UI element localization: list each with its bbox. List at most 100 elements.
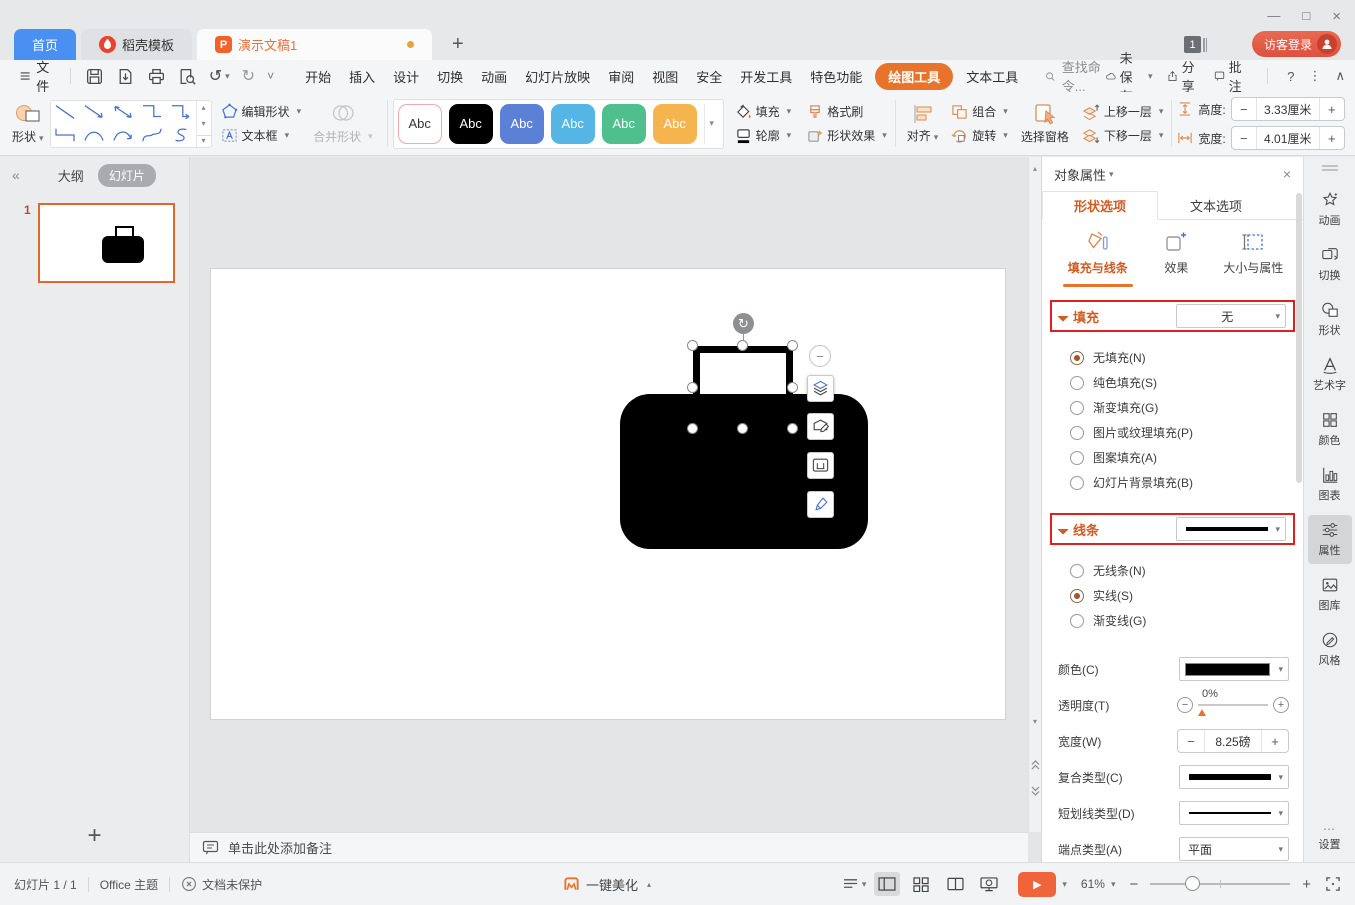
command-search-box[interactable]: 查找命令...: [1045, 57, 1105, 95]
beautify-button[interactable]: 一键美化 ▴: [563, 875, 651, 894]
collapse-panel-button[interactable]: «: [12, 167, 20, 183]
menu-start[interactable]: 开始: [296, 63, 340, 90]
fill-type-dropdown[interactable]: 无 ▾: [1176, 304, 1286, 328]
menu-view[interactable]: 视图: [643, 63, 687, 90]
file-menu-button[interactable]: 文件: [10, 57, 64, 95]
menu-drawing-tools[interactable]: 绘图工具: [875, 62, 954, 90]
save-button[interactable]: [85, 67, 104, 86]
selection-handle-top-left[interactable]: [687, 340, 698, 351]
zoom-level-button[interactable]: 61% ▾: [1081, 877, 1116, 891]
theme-name[interactable]: Office 主题: [100, 876, 158, 893]
rail-colors[interactable]: 颜色: [1308, 405, 1352, 454]
style-swatch-4[interactable]: Abc: [550, 103, 595, 144]
text-options-tab[interactable]: 文本选项: [1158, 191, 1274, 219]
slides-tab[interactable]: 幻灯片: [97, 163, 156, 187]
selection-pane-button[interactable]: 选择窗格: [1015, 103, 1075, 145]
rail-style[interactable]: 风格: [1308, 625, 1352, 674]
width-value[interactable]: 4.01厘米: [1255, 127, 1320, 149]
rail-gallery[interactable]: 图库: [1308, 570, 1352, 619]
radio-solid-fill[interactable]: 纯色填充(S): [1070, 370, 1303, 395]
print-preview-button[interactable]: [178, 67, 197, 86]
cap-type-dropdown[interactable]: 平面 ▾: [1179, 837, 1289, 861]
zoom-slider[interactable]: [1150, 876, 1291, 891]
radio-solid-line[interactable]: 实线(S): [1070, 583, 1303, 608]
shape-line[interactable]: [51, 101, 80, 124]
height-increase-button[interactable]: +: [1320, 102, 1344, 117]
shape-curve-arrow[interactable]: [109, 124, 138, 147]
customize-toolbar-button[interactable]: ˅: [267, 69, 274, 83]
line-width-decrease-button[interactable]: −: [1178, 734, 1204, 749]
rotate-button[interactable]: 旋转 ▾: [948, 126, 1011, 145]
tab-document[interactable]: P 演示文稿1: [197, 29, 433, 60]
protection-status[interactable]: 文档未保护: [202, 876, 262, 893]
layer-order-button[interactable]: [807, 375, 834, 402]
change-shape-button[interactable]: [807, 413, 834, 440]
zoom-in-button[interactable]: +: [1302, 876, 1311, 893]
slideshow-view-button[interactable]: [976, 872, 1002, 896]
add-slide-button[interactable]: +: [87, 822, 101, 850]
shape-options-tab[interactable]: 形状选项: [1042, 191, 1158, 220]
compound-type-dropdown[interactable]: ▾: [1179, 765, 1289, 789]
menu-animation[interactable]: 动画: [472, 63, 516, 90]
selection-handle-top-right[interactable]: [787, 340, 798, 351]
align-button[interactable]: 对齐 ▾: [901, 104, 945, 144]
send-backward-button[interactable]: 下移一层 ▾: [1079, 126, 1167, 145]
radio-pattern-fill[interactable]: 图案填充(A): [1070, 445, 1303, 470]
radio-no-fill[interactable]: 无填充(N): [1070, 345, 1303, 370]
selection-handle-mid-right[interactable]: [787, 382, 798, 393]
print-button[interactable]: [147, 67, 166, 86]
style-swatch-3[interactable]: Abc: [499, 103, 544, 144]
style-swatch-5[interactable]: Abc: [601, 103, 646, 144]
collapse-float-toolbar-button[interactable]: −: [809, 345, 831, 367]
rail-animation[interactable]: 动画: [1308, 185, 1352, 234]
notes-toggle-button[interactable]: ▾: [842, 877, 866, 891]
previous-slide-button[interactable]: [1029, 756, 1041, 774]
shape-double-arrow[interactable]: [109, 101, 138, 124]
edit-shape-button[interactable]: 编辑形状 ▾: [218, 102, 305, 121]
menu-special-features[interactable]: 特色功能: [801, 63, 871, 90]
share-button[interactable]: 分享: [1167, 57, 1200, 95]
zoom-slider-thumb[interactable]: [1185, 876, 1201, 891]
next-slide-button[interactable]: [1029, 782, 1041, 800]
menu-design[interactable]: 设计: [384, 63, 428, 90]
line-width-value[interactable]: 8.25磅: [1204, 730, 1262, 752]
play-slideshow-button[interactable]: ▶: [1018, 871, 1057, 897]
shape-curve-connector[interactable]: [138, 124, 167, 147]
tab-templates[interactable]: 稻壳模板: [81, 29, 193, 60]
rail-settings[interactable]: ⋯ 设置: [1319, 822, 1341, 852]
line-width-increase-button[interactable]: +: [1262, 734, 1288, 749]
menu-transition[interactable]: 切换: [428, 63, 472, 90]
height-decrease-button[interactable]: −: [1232, 102, 1256, 117]
reading-view-button[interactable]: [942, 872, 968, 896]
slide-canvas[interactable]: ↻ − ▴ ▾ 单击此处添加备注: [190, 157, 1041, 862]
rotate-handle[interactable]: ↻: [733, 313, 754, 334]
tab-home[interactable]: 首页: [14, 29, 76, 60]
menu-insert[interactable]: 插入: [340, 63, 384, 90]
maximize-button[interactable]: □: [1302, 8, 1310, 25]
collapse-ribbon-button[interactable]: ∧: [1335, 68, 1345, 84]
transparency-slider[interactable]: − 0% +: [1177, 688, 1289, 720]
export-button[interactable]: [116, 67, 135, 86]
bring-forward-button[interactable]: 上移一层 ▾: [1079, 102, 1167, 121]
effects-subtab[interactable]: 效果: [1143, 230, 1209, 287]
properties-scrollbar[interactable]: [1296, 193, 1302, 483]
menu-slideshow[interactable]: 幻灯片放映: [516, 63, 599, 90]
line-color-dropdown[interactable]: ▾: [1179, 657, 1289, 681]
radio-gradient-line[interactable]: 渐变线(G): [1070, 608, 1303, 633]
style-swatch-2[interactable]: Abc: [448, 103, 493, 144]
style-swatch-6[interactable]: Abc: [652, 103, 697, 144]
selection-handle-bottom-right[interactable]: [787, 423, 798, 434]
normal-view-button[interactable]: [874, 872, 901, 896]
size-properties-subtab[interactable]: 大小与属性: [1209, 230, 1297, 287]
rail-drag-handle[interactable]: [1321, 165, 1338, 171]
shape-arrow[interactable]: [80, 101, 109, 124]
shape-elbow-arrow[interactable]: [167, 101, 196, 124]
style-brush-button[interactable]: [807, 491, 834, 518]
selection-handle-mid-left[interactable]: [687, 382, 698, 393]
minimize-button[interactable]: —: [1267, 8, 1280, 25]
style-gallery-more-button[interactable]: ▾: [703, 103, 719, 144]
scroll-down-button[interactable]: ▾: [1029, 712, 1041, 730]
close-panel-button[interactable]: ×: [1283, 166, 1291, 182]
textbox-button[interactable]: 文本框 ▾: [218, 126, 305, 145]
rail-transition[interactable]: 切换: [1308, 240, 1352, 289]
